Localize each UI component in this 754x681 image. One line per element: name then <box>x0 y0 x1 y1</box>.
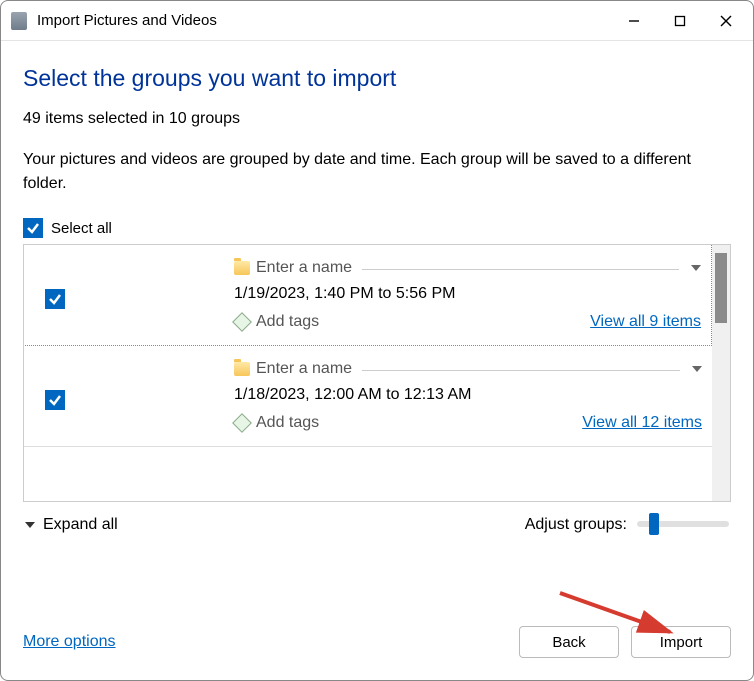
minimize-button[interactable] <box>611 2 657 40</box>
adjust-groups-slider[interactable] <box>637 521 729 527</box>
folder-icon <box>234 261 250 275</box>
group-name-input[interactable]: Enter a name <box>256 259 352 277</box>
group-date-range: 1/19/2023, 1:40 PM to 5:56 PM <box>234 285 701 303</box>
group-checkbox[interactable] <box>45 289 65 309</box>
scrollbar-thumb[interactable] <box>715 253 727 323</box>
select-all-label: Select all <box>51 220 112 237</box>
close-button[interactable] <box>703 2 749 40</box>
device-icon <box>11 12 27 30</box>
group-date-range: 1/18/2023, 12:00 AM to 12:13 AM <box>234 386 702 404</box>
chevron-down-icon[interactable] <box>691 265 701 271</box>
add-tags-input[interactable]: Add tags <box>256 414 319 432</box>
page-title: Select the groups you want to import <box>23 65 731 92</box>
expand-all-button[interactable]: Expand all <box>43 516 118 534</box>
import-button[interactable]: Import <box>631 626 731 658</box>
chevron-down-icon <box>25 522 35 528</box>
window-title: Import Pictures and Videos <box>37 12 217 29</box>
titlebar: Import Pictures and Videos <box>1 1 753 41</box>
view-all-link[interactable]: View all 9 items <box>590 313 701 331</box>
folder-icon <box>234 362 250 376</box>
maximize-button[interactable] <box>657 2 703 40</box>
selection-summary: 49 items selected in 10 groups <box>23 110 731 128</box>
select-all-checkbox[interactable] <box>23 218 43 238</box>
import-group[interactable]: Enter a name 1/19/2023, 1:40 PM to 5:56 … <box>24 245 712 346</box>
chevron-down-icon[interactable] <box>692 366 702 372</box>
slider-thumb[interactable] <box>649 513 659 535</box>
tag-icon <box>234 415 250 431</box>
group-checkbox[interactable] <box>45 390 65 410</box>
more-options-link[interactable]: More options <box>23 633 116 651</box>
back-button[interactable]: Back <box>519 626 619 658</box>
view-all-link[interactable]: View all 12 items <box>582 414 702 432</box>
vertical-scrollbar[interactable] <box>712 245 730 501</box>
description-text: Your pictures and videos are grouped by … <box>23 148 731 196</box>
adjust-groups-label: Adjust groups: <box>525 516 627 534</box>
group-list: Enter a name 1/19/2023, 1:40 PM to 5:56 … <box>23 244 731 502</box>
group-name-input[interactable]: Enter a name <box>256 360 352 378</box>
tag-icon <box>234 314 250 330</box>
add-tags-input[interactable]: Add tags <box>256 313 319 331</box>
import-group[interactable]: Enter a name 1/18/2023, 12:00 AM to 12:1… <box>24 346 712 447</box>
